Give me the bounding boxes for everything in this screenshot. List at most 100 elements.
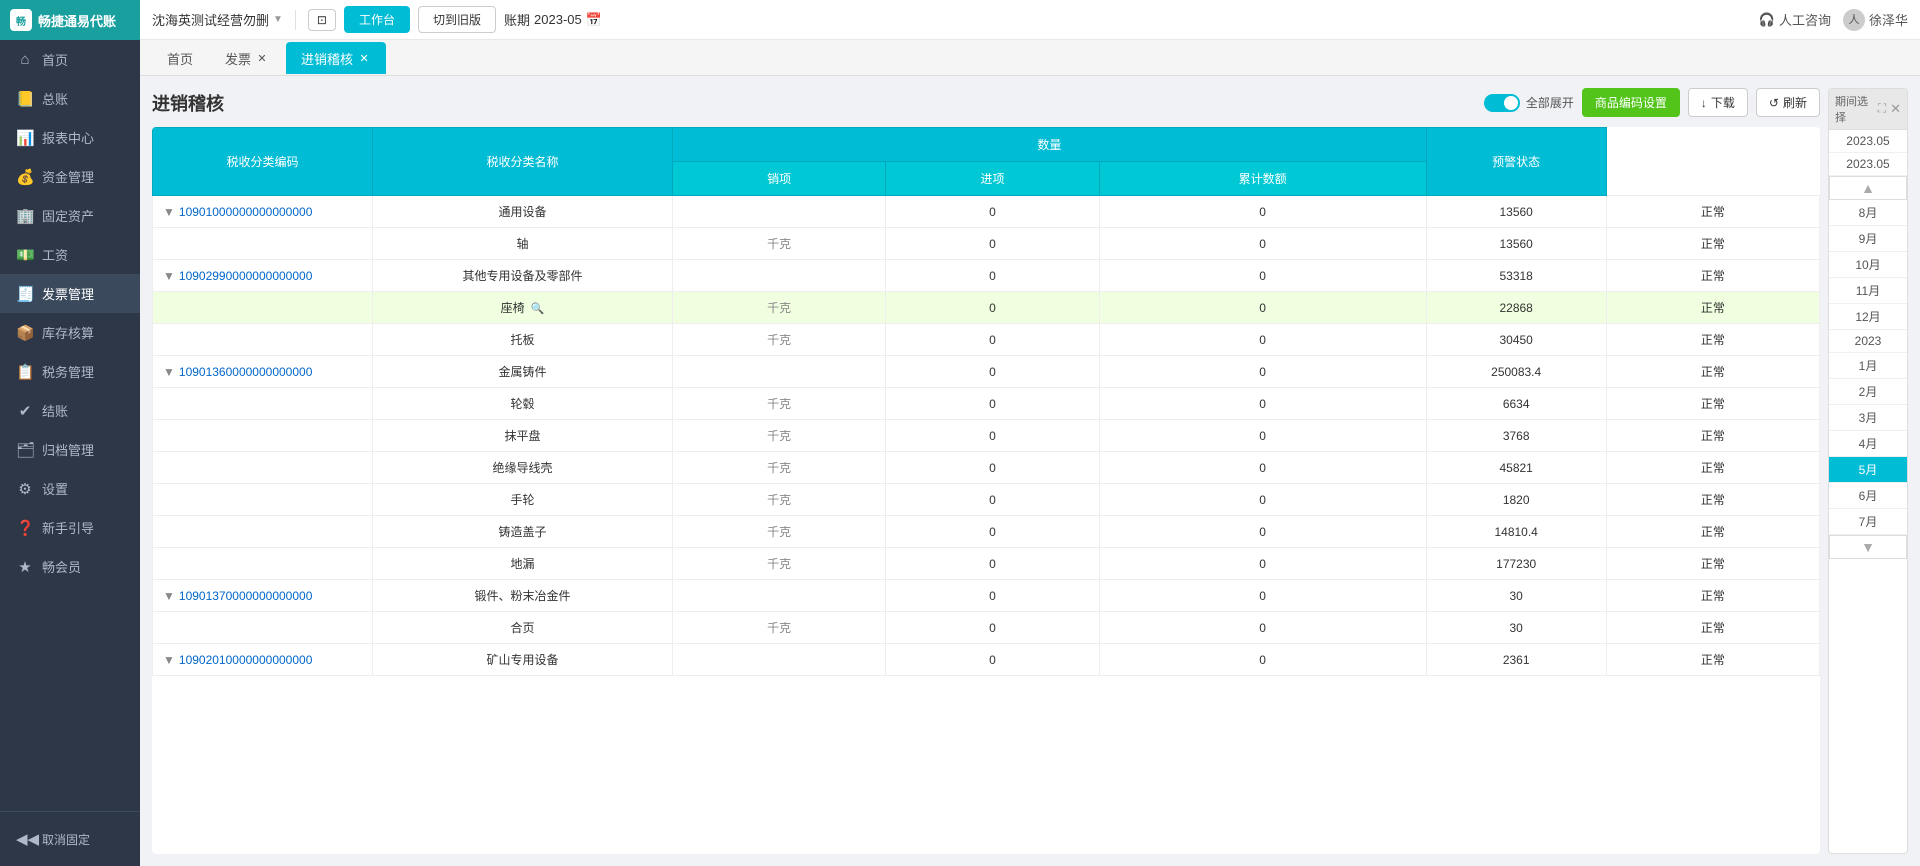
month-4[interactable]: 4月 [1829,431,1907,457]
sidebar-item-guide[interactable]: ❓ 新手引导 [0,508,140,547]
user-profile[interactable]: 人 徐泽华 [1843,9,1908,31]
table-cell-name: 通用设备 [373,196,673,228]
download-btn[interactable]: ↓ 下载 [1688,88,1748,117]
table-cell-sales: 0 [886,388,1099,420]
calendar-icon[interactable]: 📅 [586,12,602,28]
month-7[interactable]: 7月 [1829,509,1907,535]
table-cell-code: ▼10902010000000000000 [153,644,373,676]
settle-icon: ✔ [16,402,34,420]
sidebar-item-funds[interactable]: 💰 资金管理 [0,157,140,196]
table-cell-status: 正常 [1606,644,1819,676]
topbar-right: 🎧 人工咨询 人 徐泽华 [1759,9,1908,31]
download-icon: ↓ [1701,96,1707,110]
table-cell-code [153,516,373,548]
unpin-icon: ◀◀ [16,830,34,848]
period-2023-05-second[interactable]: 2023.05 [1829,153,1907,176]
company-selector[interactable]: 沈海英测试经营勿删 ▼ [152,10,283,29]
table-cell-total: 45821 [1426,452,1606,484]
save-draft-button[interactable]: ⊡ [308,9,336,31]
sidebar-item-home[interactable]: ⌂ 首页 [0,40,140,79]
refresh-icon: ↺ [1769,96,1779,110]
table-cell-unit [673,196,886,228]
table-cell-status: 正常 [1606,580,1819,612]
panel-expand-icon[interactable]: ⛶ [1878,101,1886,117]
tab-check[interactable]: 进销稽核 ✕ [286,42,386,74]
refresh-btn[interactable]: ↺ 刷新 [1756,88,1820,117]
app-logo: 畅 畅捷通易代账 [0,0,140,40]
table-cell-status: 正常 [1606,516,1819,548]
table-cell-unit [673,356,886,388]
tab-home[interactable]: 首页 [152,42,208,74]
user-avatar: 人 [1843,9,1865,31]
table-cell-code: ▼10901000000000000000 [153,196,373,228]
right-panel: 期间选择 ⛶ ✕ 2023.05 2023.05 ▲ 8月 9月 10月 11月… [1828,88,1908,854]
table-cell-code [153,548,373,580]
sidebar-item-inventory[interactable]: 📦 库存核算 [0,313,140,352]
table-cell-code [153,388,373,420]
funds-icon: 💰 [16,168,34,186]
month-8[interactable]: 8月 [1829,200,1907,226]
month-10[interactable]: 10月 [1829,252,1907,278]
page-content: 进销稽核 全部展开 商品编码设置 ↓ 下载 ↺ 刷 [152,88,1820,854]
table-cell-total: 30450 [1426,324,1606,356]
panel-scroll-up[interactable]: ▲ [1829,176,1907,200]
month-3[interactable]: 3月 [1829,405,1907,431]
table-cell-total: 53318 [1426,260,1606,292]
year-2023[interactable]: 2023 [1829,330,1907,353]
panel-scroll-down[interactable]: ▼ [1829,535,1907,559]
edit-icon[interactable]: 🔍 [531,303,545,315]
table-cell-unit [673,580,886,612]
month-5[interactable]: 5月 [1829,457,1907,483]
support-link[interactable]: 🎧 人工咨询 [1759,10,1831,29]
tab-invoice-close[interactable]: ✕ [255,51,269,65]
table-cell-sales: 0 [886,420,1099,452]
data-table-wrap: 税收分类编码 税收分类名称 数量 预警状态 销项 进项 累计数额 [152,127,1820,854]
unpin-button[interactable]: ◀◀ 取消固定 [0,820,140,858]
tab-invoice[interactable]: 发票 ✕ [210,42,284,74]
th-status: 预警状态 [1426,128,1606,196]
panel-close-icon[interactable]: ✕ [1890,101,1901,117]
sidebar-item-member[interactable]: ★ 畅会员 [0,547,140,586]
th-code: 税收分类编码 [153,128,373,196]
sidebar-item-ledger[interactable]: 📒 总账 [0,79,140,118]
table-cell-code [153,324,373,356]
table-cell-total: 14810.4 [1426,516,1606,548]
month-1[interactable]: 1月 [1829,353,1907,379]
toggle-track[interactable] [1484,94,1520,112]
month-11[interactable]: 11月 [1829,278,1907,304]
month-6[interactable]: 6月 [1829,483,1907,509]
home-icon: ⌂ [16,51,34,68]
period-2023-05-first[interactable]: 2023.05 [1829,130,1907,153]
sidebar-item-settings[interactable]: ⚙ 设置 [0,469,140,508]
table-cell-sales: 0 [886,196,1099,228]
product-code-btn[interactable]: 商品编码设置 [1582,88,1680,117]
member-icon: ★ [16,558,34,576]
topbar: 沈海英测试经营勿删 ▼ ⊡ 工作台 切到旧版 账期 2023-05 📅 🎧 人工… [140,0,1920,40]
table-cell-sales: 0 [886,612,1099,644]
page-header: 进销稽核 全部展开 商品编码设置 ↓ 下载 ↺ 刷 [152,88,1820,117]
sidebar-item-settle[interactable]: ✔ 结账 [0,391,140,430]
sidebar-item-salary[interactable]: 💵 工资 [0,235,140,274]
table-cell-sales: 0 [886,324,1099,356]
inventory-icon: 📦 [16,324,34,342]
table-cell-unit: 千克 [673,324,886,356]
table-cell-unit [673,644,886,676]
th-name: 税收分类名称 [373,128,673,196]
sidebar-item-archive[interactable]: 🗂 归档管理 [0,430,140,469]
sidebar-item-tax[interactable]: 📋 税务管理 [0,352,140,391]
month-9[interactable]: 9月 [1829,226,1907,252]
sidebar-item-assets[interactable]: 🏢 固定资产 [0,196,140,235]
table-cell-sales: 0 [886,548,1099,580]
month-2[interactable]: 2月 [1829,379,1907,405]
sidebar-item-reports[interactable]: 📊 报表中心 [0,118,140,157]
table-cell-status: 正常 [1606,228,1819,260]
switch-version-button[interactable]: 切到旧版 [418,6,496,33]
sidebar-bottom: ◀◀ 取消固定 [0,811,140,866]
workspace-button[interactable]: 工作台 [344,6,410,33]
logo-icon: 畅 [10,9,32,31]
month-12[interactable]: 12月 [1829,304,1907,330]
table-cell-purchase: 0 [1099,356,1426,388]
expand-toggle[interactable]: 全部展开 [1484,94,1574,112]
tab-check-close[interactable]: ✕ [357,51,371,65]
sidebar-item-invoice[interactable]: 🧾 发票管理 [0,274,140,313]
